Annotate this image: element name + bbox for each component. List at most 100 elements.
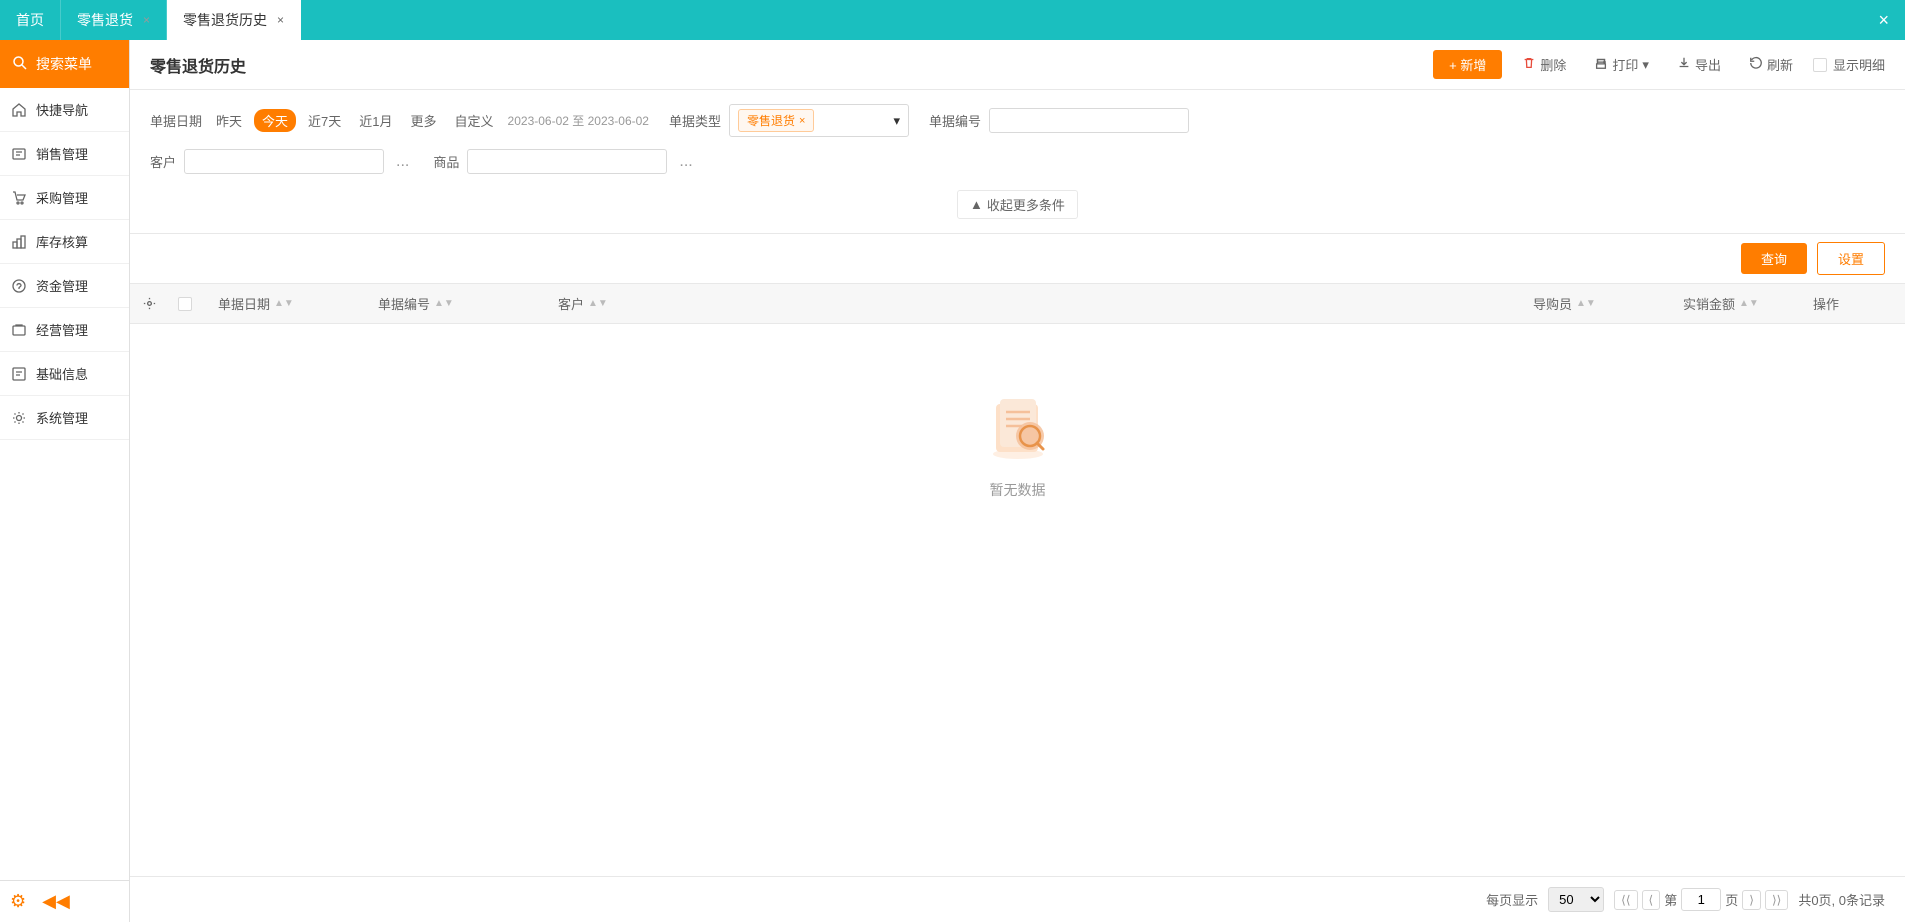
page-first-button[interactable]: ⟨⟨ <box>1614 890 1637 910</box>
collapse-button[interactable]: ▲ 收起更多条件 <box>957 190 1078 219</box>
total-info: 共0页, 0条记录 <box>1798 890 1885 909</box>
filter-row-2: 客户 ... 商品 ... <box>150 149 1885 174</box>
collapse-button-label: 收起更多条件 <box>987 195 1065 214</box>
sidebar-item-basic-info[interactable]: 基础信息 <box>0 352 129 396</box>
doc-num-input[interactable] <box>989 108 1189 133</box>
business-icon <box>10 321 28 339</box>
page-prev-button[interactable]: ⟨ <box>1642 890 1661 910</box>
tab-home[interactable]: 首页 <box>0 0 61 40</box>
col-amount: 实销金额 ▲▼ <box>1683 294 1813 313</box>
col-date: 单据日期 ▲▼ <box>218 294 378 313</box>
table-area: 单据日期 ▲▼ 单据编号 ▲▼ 客户 ▲▼ 导购员 ▲▼ 实销金额 ▲▼ <box>130 284 1905 876</box>
date-btn-today[interactable]: 今天 <box>254 109 296 132</box>
empty-text: 暂无数据 <box>990 480 1046 500</box>
refresh-button-label: 刷新 <box>1767 55 1793 74</box>
col-date-label: 单据日期 <box>218 294 270 313</box>
date-btn-more[interactable]: 更多 <box>405 109 443 132</box>
date-btn-yesterday[interactable]: 昨天 <box>210 109 248 132</box>
doc-type-select[interactable]: 零售退货 × ▾ <box>729 104 909 137</box>
filter-row-1: 单据日期 昨天 今天 近7天 近1月 更多 自定义 2023-06-02 至 2… <box>150 104 1885 137</box>
date-btn-custom[interactable]: 自定义 <box>449 109 500 132</box>
basic-icon <box>10 365 28 383</box>
date-btn-7days[interactable]: 近7天 <box>302 109 347 132</box>
window-close-button[interactable]: × <box>1862 10 1905 31</box>
query-button[interactable]: 查询 <box>1741 243 1807 274</box>
tab-list: 首页 零售退货 × 零售退货历史 × <box>0 0 1862 40</box>
page-number-input[interactable] <box>1681 888 1721 911</box>
top-bar: 首页 零售退货 × 零售退货历史 × × <box>0 0 1905 40</box>
delete-icon <box>1522 56 1536 73</box>
export-icon <box>1677 56 1691 73</box>
product-label: 商品 <box>433 152 459 171</box>
product-dots[interactable]: ... <box>675 153 696 171</box>
home-icon <box>10 101 28 119</box>
sidebar-item-purchase-mgmt[interactable]: 采购管理 <box>0 176 129 220</box>
collapse-up-icon: ▲ <box>970 197 983 212</box>
print-button[interactable]: 打印 ▾ <box>1586 51 1657 78</box>
sales-icon <box>10 145 28 163</box>
refresh-icon <box>1749 56 1763 73</box>
col-docnum-sort[interactable]: ▲▼ <box>434 298 454 309</box>
col-docnum: 单据编号 ▲▼ <box>378 294 558 313</box>
doc-type-filter-item: 单据类型 零售退货 × ▾ <box>669 104 909 137</box>
col-checkbox[interactable] <box>178 297 218 311</box>
customer-label: 客户 <box>150 152 176 171</box>
product-input[interactable] <box>467 149 667 174</box>
show-detail-label: 显示明细 <box>1833 55 1885 74</box>
sidebar-item-finance[interactable]: 资金管理 <box>0 264 129 308</box>
show-detail-toggle[interactable]: 显示明细 <box>1813 55 1885 74</box>
tab-retail-return-close[interactable]: × <box>143 13 150 27</box>
show-detail-checkbox[interactable] <box>1813 58 1827 72</box>
sidebar-item-sales-mgmt[interactable]: 销售管理 <box>0 132 129 176</box>
page-next-button[interactable]: ⟩ <box>1742 890 1761 910</box>
page-unit: 页 <box>1725 890 1738 909</box>
col-date-sort[interactable]: ▲▼ <box>274 298 294 309</box>
sidebar-item-inventory[interactable]: 库存核算 <box>0 220 129 264</box>
sidebar-search-label: 搜索菜单 <box>36 54 92 74</box>
settings-icon[interactable]: ⚙ <box>10 891 26 912</box>
new-button[interactable]: + 新增 <box>1433 50 1502 79</box>
page-actions: + 新增 删除 打印 ▾ <box>1433 50 1885 79</box>
col-settings[interactable] <box>142 296 178 311</box>
empty-state: 暂无数据 <box>130 324 1905 560</box>
volume-icon[interactable]: ◀◀ <box>42 891 70 912</box>
col-amount-label: 实销金额 <box>1683 294 1735 313</box>
col-customer-sort[interactable]: ▲▼ <box>588 298 608 309</box>
date-filter-buttons: 昨天 今天 近7天 近1月 更多 自定义 <box>210 109 500 132</box>
sidebar-item-system-mgmt[interactable]: 系统管理 <box>0 396 129 440</box>
doc-type-tag-close[interactable]: × <box>799 115 805 127</box>
sidebar-item-business[interactable]: 经营管理 <box>0 308 129 352</box>
sidebar-search[interactable]: 搜索菜单 <box>0 40 129 88</box>
table-header: 单据日期 ▲▼ 单据编号 ▲▼ 客户 ▲▼ 导购员 ▲▼ 实销金额 ▲▼ <box>130 284 1905 324</box>
delete-button[interactable]: 删除 <box>1514 51 1574 78</box>
col-guide: 导购员 ▲▼ <box>1533 294 1683 313</box>
tab-retail-return-history-close[interactable]: × <box>277 13 284 27</box>
date-filter-label: 单据日期 <box>150 111 202 130</box>
page-last-button[interactable]: ⟩⟩ <box>1765 890 1788 910</box>
col-guide-sort[interactable]: ▲▼ <box>1576 298 1596 309</box>
select-all-checkbox[interactable] <box>178 297 192 311</box>
pagination: 每页显示 50 100 200 ⟨⟨ ⟨ 第 页 ⟩ ⟩⟩ 共0页, 0条记录 <box>130 876 1905 922</box>
customer-input[interactable] <box>184 149 384 174</box>
col-amount-sort[interactable]: ▲▼ <box>1739 298 1759 309</box>
inventory-icon <box>10 233 28 251</box>
system-icon <box>10 409 28 427</box>
date-btn-1month[interactable]: 近1月 <box>353 109 398 132</box>
tab-retail-return[interactable]: 零售退货 × <box>61 0 167 40</box>
print-icon <box>1594 56 1608 73</box>
settings-query-button[interactable]: 设置 <box>1817 242 1885 275</box>
customer-dots[interactable]: ... <box>392 153 413 171</box>
export-button[interactable]: 导出 <box>1669 51 1729 78</box>
refresh-button[interactable]: 刷新 <box>1741 51 1801 78</box>
sidebar-item-quick-nav[interactable]: 快捷导航 <box>0 88 129 132</box>
col-customer: 客户 ▲▼ <box>558 294 1533 313</box>
col-customer-label: 客户 <box>558 294 584 313</box>
export-button-label: 导出 <box>1695 55 1721 74</box>
query-action-row: 查询 设置 <box>130 234 1905 284</box>
col-docnum-label: 单据编号 <box>378 294 430 313</box>
page-size-select[interactable]: 50 100 200 <box>1548 887 1604 912</box>
sidebar-item-finance-label: 资金管理 <box>36 276 88 295</box>
col-guide-label: 导购员 <box>1533 294 1572 313</box>
tab-retail-return-history[interactable]: 零售退货历史 × <box>167 0 301 40</box>
collapse-row: ▲ 收起更多条件 <box>150 186 1885 219</box>
